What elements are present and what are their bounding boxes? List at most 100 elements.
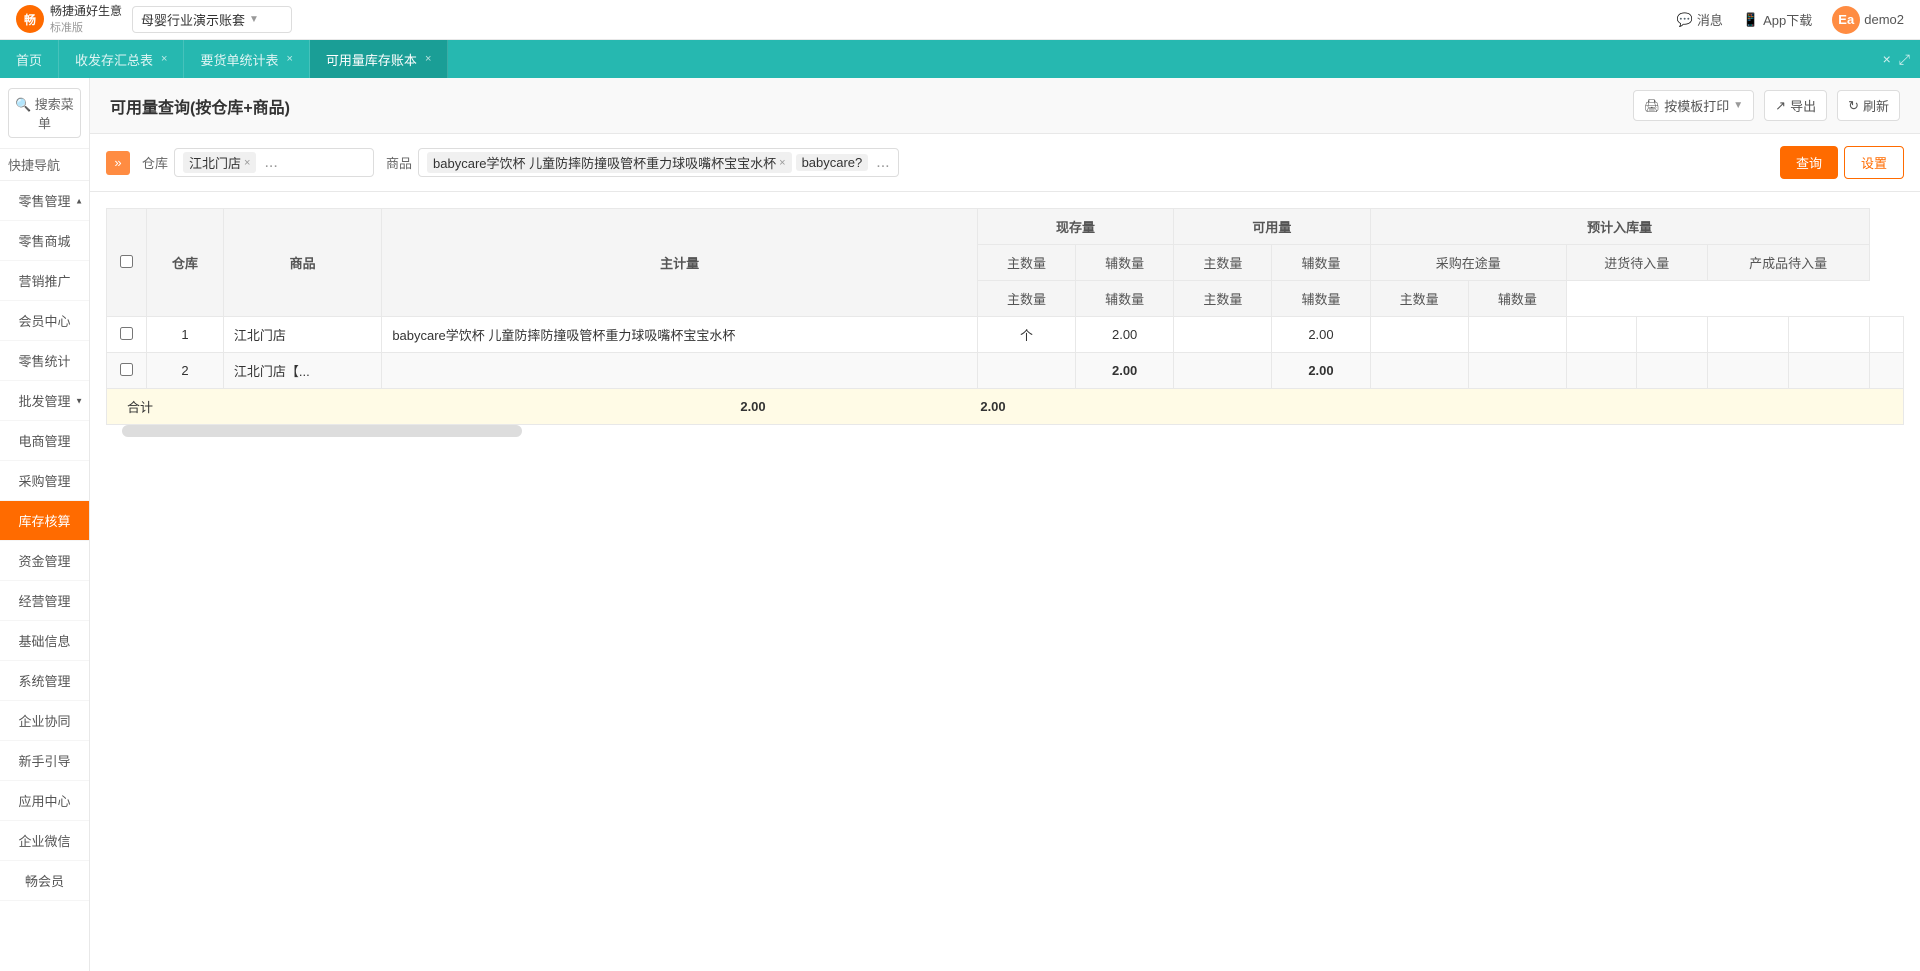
filter-expand-button[interactable]: »: [106, 151, 130, 175]
sidebar-item-basic-info[interactable]: 基础信息: [0, 621, 89, 661]
th-purchase-transit: 采购在途量: [1370, 245, 1566, 281]
product-dots: ...: [876, 154, 889, 172]
filter-row: » 仓库 江北门店 × ... 商品: [90, 134, 1920, 192]
sidebar-item-enterprise-wechat-label: 企业微信: [18, 834, 70, 849]
th-finished-pending-aux: 辅数量: [1468, 281, 1566, 317]
th-available-main: 主数量: [1174, 245, 1272, 281]
table-row: 2 江北门店【... 2.00 2.00: [107, 353, 1904, 389]
org-selector[interactable]: 母婴行业演示账套 ▼: [132, 6, 292, 33]
sidebar-item-new-guide[interactable]: 新手引导: [0, 741, 89, 781]
table-scroll: 仓库 商品 主计量 现存量 可用量 预计入库量 主数量 辅数量 主数量: [106, 208, 1904, 389]
warehouse-tag-remove[interactable]: ×: [244, 157, 250, 169]
th-checkbox[interactable]: [107, 209, 147, 317]
refresh-button[interactable]: ↻ 刷新: [1837, 90, 1900, 121]
tab-available-stock[interactable]: 可用量库存账本 ×: [310, 40, 448, 78]
tab-order-stats-close[interactable]: ×: [286, 53, 292, 65]
row2-select[interactable]: [120, 363, 133, 376]
tab-home[interactable]: 首页: [0, 40, 59, 78]
warehouse-filter-input[interactable]: 江北门店 × ...: [174, 148, 374, 177]
sidebar-item-system-mgmt[interactable]: 系统管理: [0, 661, 89, 701]
row1-purchase-transit-main: [1468, 317, 1566, 353]
bottom-scrollbar[interactable]: [122, 425, 1888, 437]
sidebar-item-retail-mgmt[interactable]: 零售管理: [0, 181, 89, 221]
product-tag-1-remove[interactable]: ×: [779, 157, 785, 169]
row2-available-aux: [1370, 353, 1468, 389]
table-footer: 合计 2.00 2.00: [106, 389, 1904, 425]
tab-home-label: 首页: [16, 50, 42, 69]
message-action[interactable]: 💬 消息: [1677, 10, 1723, 29]
sidebar-item-marketing[interactable]: 营销推广: [0, 261, 89, 301]
row2-warehouse: 江北门店【...: [223, 353, 381, 389]
row1-select[interactable]: [120, 327, 133, 340]
sidebar-item-quick-nav[interactable]: 快捷导航: [0, 149, 89, 181]
sidebar-item-enterprise-wechat[interactable]: 企业微信: [0, 821, 89, 861]
sidebar-item-purchase-mgmt[interactable]: 采购管理: [0, 461, 89, 501]
row2-inbound-pending-main: [1637, 353, 1707, 389]
search-menu-button[interactable]: 🔍 搜索菜单: [8, 88, 81, 138]
product-tag-1-value: babycare学饮杯 儿童防摔防撞吸管杯重力球吸嘴杯宝宝水杯: [433, 153, 776, 172]
export-button[interactable]: ↗ 导出: [1764, 90, 1827, 121]
row1-purchase-transit-aux: [1566, 317, 1636, 353]
sidebar-item-enterprise-collab[interactable]: 企业协同: [0, 701, 89, 741]
sidebar-item-inventory-check[interactable]: 库存核算: [0, 501, 89, 541]
sidebar-item-retail-mgmt-label: 零售管理: [18, 194, 70, 209]
close-all-tabs-button[interactable]: ×: [1883, 51, 1891, 67]
sidebar-item-ecommerce-mgmt-label: 电商管理: [18, 434, 70, 449]
th-purchase-transit-aux: 辅数量: [1076, 281, 1174, 317]
sidebar-item-system-mgmt-label: 系统管理: [18, 674, 70, 689]
avatar: Ea: [1832, 6, 1860, 34]
app-download-action[interactable]: 📱 App下载: [1743, 10, 1812, 29]
sidebar-item-finance-mgmt[interactable]: 资金管理: [0, 541, 89, 581]
tab-order-stats[interactable]: 要货单统计表 ×: [184, 40, 309, 78]
warehouse-filter-group: 仓库 江北门店 × ...: [142, 148, 374, 177]
sidebar-item-ops-mgmt[interactable]: 经营管理: [0, 581, 89, 621]
row1-inbound-pending-main: [1637, 317, 1707, 353]
row1-finished-pending-main: [1788, 317, 1869, 353]
sidebar-item-ecommerce-mgmt[interactable]: 电商管理: [0, 421, 89, 461]
sidebar-item-enterprise-collab-label: 企业协同: [18, 714, 70, 729]
tab-available-stock-label: 可用量库存账本: [326, 50, 417, 69]
row1-stock-main: 2.00: [1076, 317, 1174, 353]
row2-checkbox[interactable]: [107, 353, 147, 389]
top-bar-left: 畅 畅捷通好生意 标准版 母婴行业演示账套 ▼: [16, 4, 292, 34]
brand-info: 畅捷通好生意 标准版: [50, 4, 122, 34]
warehouse-dots: ...: [264, 154, 277, 172]
row1-checkbox[interactable]: [107, 317, 147, 353]
settings-button[interactable]: 设置: [1844, 146, 1904, 179]
page-actions: 🖨 按模板打印 ▼ ↗ 导出 ↻ 刷新: [1633, 90, 1900, 121]
page-container: 可用量查询(按仓库+商品) 🖨 按模板打印 ▼ ↗ 导出 ↻ 刷新: [90, 78, 1920, 971]
product-filter-input[interactable]: babycare学饮杯 儿童防摔防撞吸管杯重力球吸嘴杯宝宝水杯 × babyca…: [418, 148, 899, 177]
sidebar-item-retail-stats-label: 零售统计: [18, 354, 70, 369]
query-button[interactable]: 查询: [1780, 146, 1838, 179]
sidebar: 🔍 搜索菜单 快捷导航 零售管理 零售商城 营销推广 会员中心 零售统计 批发管…: [0, 78, 90, 971]
product-tag-2-value: babycare?: [802, 155, 863, 170]
warehouse-tag-value: 江北门店: [189, 153, 241, 172]
user-profile[interactable]: Ea demo2: [1832, 6, 1904, 34]
th-finished-pending: 产成品待入量: [1707, 245, 1869, 281]
top-bar-right: 💬 消息 📱 App下载 Ea demo2: [1677, 6, 1904, 34]
tab-available-stock-close[interactable]: ×: [425, 53, 431, 65]
sidebar-item-app-center[interactable]: 应用中心: [0, 781, 89, 821]
tab-receive-send[interactable]: 收发存汇总表 ×: [59, 40, 184, 78]
avatar-initial: Ea: [1838, 12, 1854, 27]
row2-stock-main: 2.00: [1076, 353, 1174, 389]
print-dropdown-icon: ▼: [1733, 100, 1743, 111]
sidebar-item-wholesale-mgmt[interactable]: 批发管理: [0, 381, 89, 421]
tab-receive-send-close[interactable]: ×: [161, 53, 167, 65]
th-stock: 现存量: [977, 209, 1173, 245]
row2-finished-pending-aux: [1869, 353, 1903, 389]
sidebar-item-retail-stats[interactable]: 零售统计: [0, 341, 89, 381]
sidebar-search-area: 🔍 搜索菜单: [0, 78, 89, 149]
message-icon: 💬: [1677, 12, 1693, 28]
select-all-checkbox[interactable]: [120, 255, 133, 268]
print-button[interactable]: 🖨 按模板打印 ▼: [1633, 90, 1754, 121]
data-table: 仓库 商品 主计量 现存量 可用量 预计入库量 主数量 辅数量 主数量: [106, 208, 1904, 389]
tab-receive-send-label: 收发存汇总表: [75, 50, 153, 69]
maximize-button[interactable]: ⤢: [1899, 51, 1910, 68]
sidebar-item-vip-member[interactable]: 畅会员: [0, 861, 89, 901]
scrollbar-thumb[interactable]: [122, 425, 522, 437]
main-layout: 🔍 搜索菜单 快捷导航 零售管理 零售商城 营销推广 会员中心 零售统计 批发管…: [0, 78, 1920, 971]
sidebar-item-retail-mall[interactable]: 零售商城: [0, 221, 89, 261]
row2-unit: [977, 353, 1075, 389]
sidebar-item-member-center[interactable]: 会员中心: [0, 301, 89, 341]
